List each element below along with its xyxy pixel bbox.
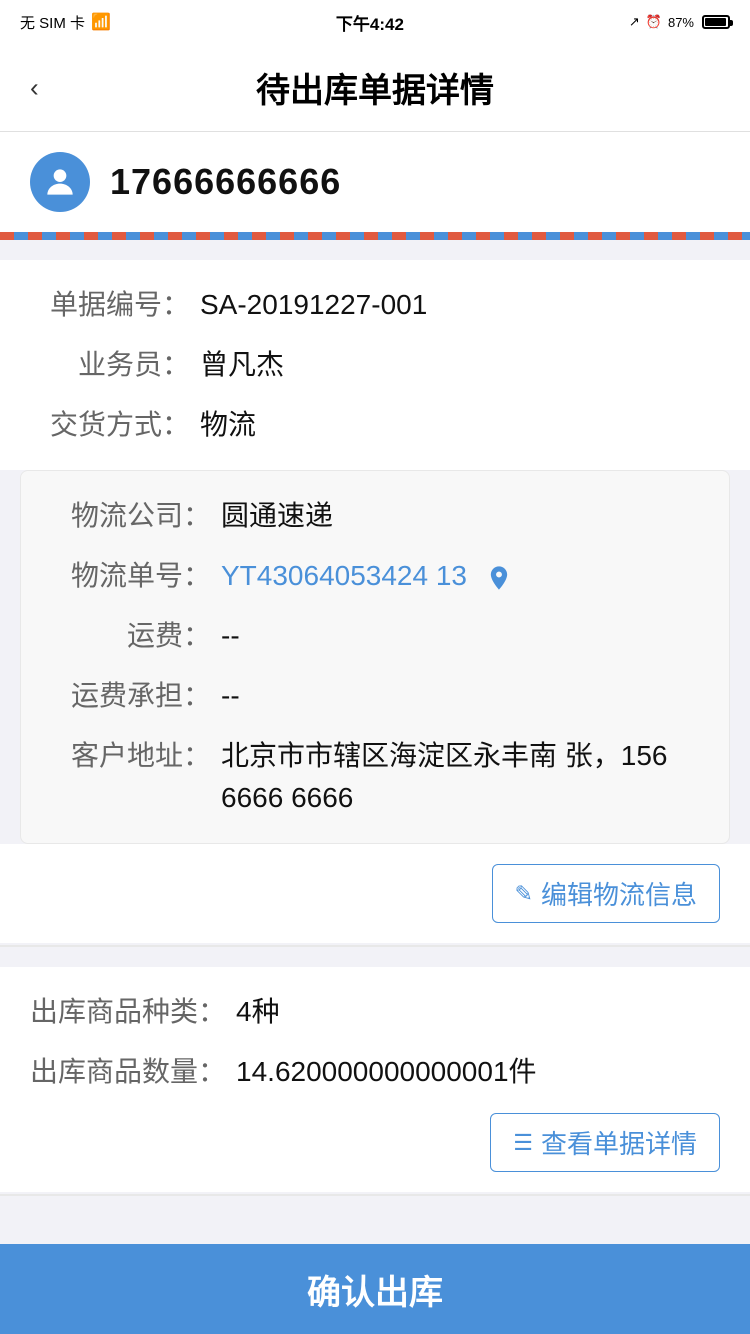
- tracking-no-row: 物流单号： YT43064053424 13: [51, 555, 699, 597]
- wifi-icon: 📶: [91, 12, 111, 32]
- location-service-icon: ↗: [629, 14, 640, 30]
- edit-logistics-button[interactable]: ✎ 编辑物流信息: [492, 864, 720, 923]
- goods-type-label: 出库商品种类：: [30, 991, 226, 1033]
- edit-logistics-row: ✎ 编辑物流信息: [0, 844, 750, 943]
- delivery-method-value: 物流: [200, 404, 720, 446]
- status-right: ↗ ⏰ 87%: [629, 14, 730, 30]
- view-detail-button[interactable]: ☰ 查看单据详情: [490, 1113, 720, 1172]
- freight-row: 运费： --: [51, 615, 699, 657]
- view-detail-label: 查看单据详情: [541, 1124, 697, 1161]
- detail-icon: ☰: [513, 1130, 533, 1156]
- logistics-company-label: 物流公司：: [51, 495, 211, 537]
- back-button[interactable]: ‹: [20, 62, 49, 113]
- sales-person-label: 业务员：: [30, 344, 190, 386]
- goods-quantity-row: 出库商品数量： 14.620000000000001件: [30, 1051, 720, 1093]
- order-no-value: SA-20191227-001: [200, 284, 720, 326]
- status-left: 无 SIM 卡 📶: [20, 12, 111, 33]
- customer-phone: 17666666666: [110, 161, 341, 203]
- battery-icon: [702, 15, 730, 29]
- freight-bearer-label: 运费承担：: [51, 675, 211, 717]
- freight-label: 运费：: [51, 615, 211, 657]
- view-detail-row: ☰ 查看单据详情: [0, 1103, 750, 1192]
- user-icon: [41, 163, 79, 201]
- customer-card: 17666666666: [0, 132, 750, 232]
- order-no-row: 单据编号： SA-20191227-001: [30, 284, 720, 326]
- goods-type-value: 4种: [236, 991, 720, 1033]
- confirm-label: 确认出库: [307, 1265, 443, 1314]
- nav-bar: ‹ 待出库单据详情: [0, 44, 750, 132]
- delivery-method-row: 交货方式： 物流: [30, 404, 720, 446]
- order-no-label: 单据编号：: [30, 284, 190, 326]
- sales-person-row: 业务员： 曾凡杰: [30, 344, 720, 386]
- freight-value: --: [221, 615, 699, 657]
- sales-person-value: 曾凡杰: [200, 344, 720, 386]
- dashed-divider: [0, 232, 750, 240]
- location-pin-icon[interactable]: [485, 564, 513, 592]
- address-row: 客户地址： 北京市市辖区海淀区永丰南 张，156 6666 6666: [51, 735, 699, 819]
- edit-icon: ✎: [515, 881, 533, 907]
- logistics-company-row: 物流公司： 圆通速递: [51, 495, 699, 537]
- freight-bearer-value: --: [221, 675, 699, 717]
- section-divider-1: [0, 945, 750, 947]
- logistics-card: 物流公司： 圆通速递 物流单号： YT43064053424 13 运费： --…: [20, 470, 730, 844]
- section-divider-2: [0, 1194, 750, 1196]
- carrier-text: 无 SIM 卡: [20, 12, 85, 33]
- status-bar: 无 SIM 卡 📶 下午4:42 ↗ ⏰ 87%: [0, 0, 750, 44]
- tracking-no-label: 物流单号：: [51, 555, 211, 597]
- goods-quantity-value: 14.620000000000001件: [236, 1051, 720, 1093]
- address-label: 客户地址：: [51, 735, 211, 777]
- logistics-company-value: 圆通速递: [221, 495, 699, 537]
- battery-text: 87%: [668, 15, 694, 30]
- status-time: 下午4:42: [336, 10, 404, 35]
- goods-type-row: 出库商品种类： 4种: [30, 991, 720, 1033]
- bottom-area: 确认出库: [0, 1244, 750, 1334]
- goods-quantity-label: 出库商品数量：: [30, 1051, 226, 1093]
- confirm-button[interactable]: 确认出库: [0, 1244, 750, 1334]
- delivery-method-label: 交货方式：: [30, 404, 190, 446]
- alarm-icon: ⏰: [646, 14, 662, 30]
- goods-section: 出库商品种类： 4种 出库商品数量： 14.620000000000001件: [0, 967, 750, 1103]
- page-title: 待出库单据详情: [256, 63, 494, 112]
- order-info-section: 单据编号： SA-20191227-001 业务员： 曾凡杰 交货方式： 物流: [0, 260, 750, 470]
- freight-bearer-row: 运费承担： --: [51, 675, 699, 717]
- address-value: 北京市市辖区海淀区永丰南 张，156 6666 6666: [221, 735, 699, 819]
- avatar: [30, 152, 90, 212]
- tracking-no-value: YT43064053424 13: [221, 555, 699, 597]
- edit-logistics-label: 编辑物流信息: [541, 875, 697, 912]
